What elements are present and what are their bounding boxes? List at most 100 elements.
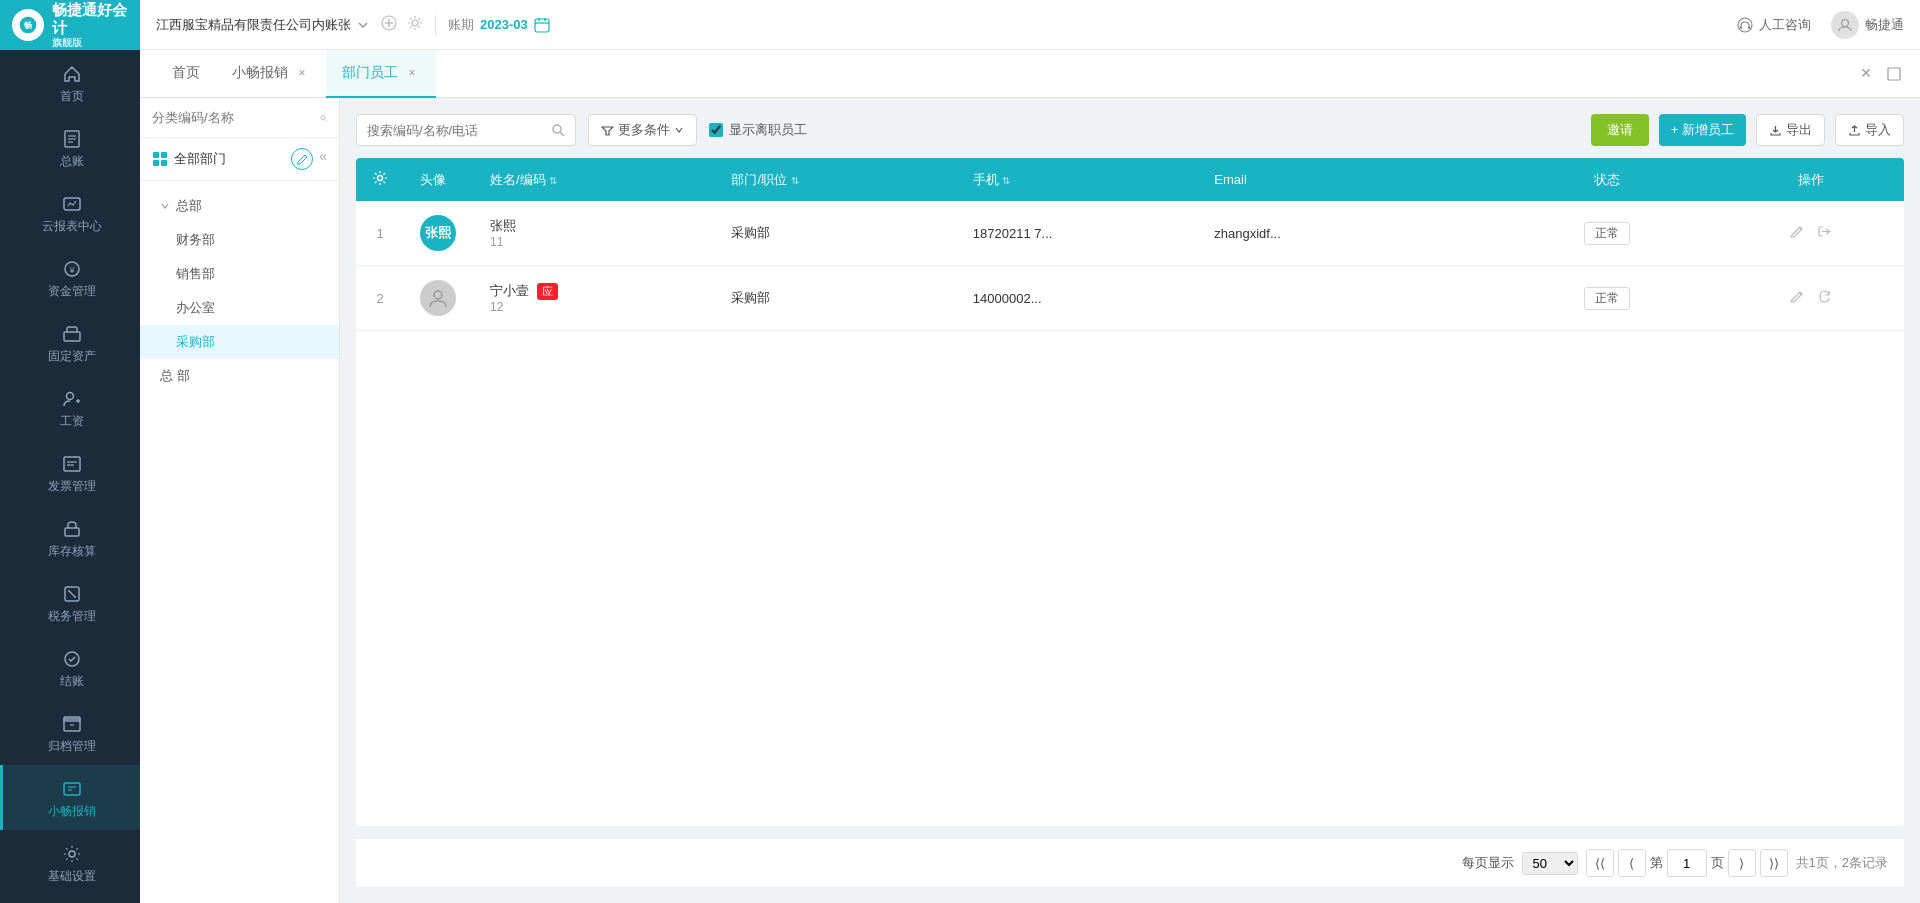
show-resigned-text: 显示离职员工 <box>729 121 807 139</box>
divider <box>435 15 436 35</box>
ledger-icon <box>62 129 82 149</box>
per-page-select[interactable]: 50 10 20 100 <box>1522 852 1578 875</box>
sidebar-item-home[interactable]: 首页 <box>0 50 140 115</box>
cell-actions <box>1718 266 1904 331</box>
last-page-btn[interactable]: ⟩⟩ <box>1760 849 1788 877</box>
maximize-window-btn[interactable] <box>1884 64 1904 84</box>
dept-node-label: 采购部 <box>176 333 215 351</box>
close-window-btn[interactable]: × <box>1856 64 1876 84</box>
dept-node-bangong[interactable]: 办公室 <box>140 291 339 325</box>
sidebar-item-assets[interactable]: 固定资产 <box>0 310 140 375</box>
filter-btn[interactable]: 更多条件 <box>588 114 697 146</box>
sidebar-item-tax[interactable]: 税务管理 <box>0 570 140 635</box>
sidebar-item-archive[interactable]: 归档管理 <box>0 700 140 765</box>
add-employee-label: + 新增员工 <box>1671 121 1734 139</box>
sidebar-item-inventory[interactable]: 库存核算 <box>0 505 140 570</box>
avatar <box>1831 11 1859 39</box>
svg-point-50 <box>378 176 383 181</box>
edit-employee-btn[interactable] <box>1790 224 1805 242</box>
edit-employee-btn[interactable] <box>1790 289 1805 307</box>
inventory-icon <box>62 519 82 539</box>
sidebar-label-reports: 云报表中心 <box>42 218 102 235</box>
employee-table: 头像 姓名/编码 ⇅ 部门/职位 ⇅ 手机 <box>356 158 1904 331</box>
refresh-icon <box>1817 289 1832 304</box>
home-icon <box>62 64 82 84</box>
edit-dept-btn[interactable] <box>291 148 313 170</box>
add-account-btn[interactable] <box>381 15 397 34</box>
tab-dept[interactable]: 部门员工 × <box>326 50 436 98</box>
sidebar-item-payroll[interactable]: 工资 <box>0 375 140 440</box>
dept-node-label: 总部 <box>176 197 202 215</box>
pagination: 每页显示 50 10 20 100 ⟨⟨ ⟨ 第 页 ⟩ ⟩⟩ <box>356 838 1904 887</box>
add-employee-btn[interactable]: + 新增员工 <box>1659 114 1746 146</box>
all-dept-label[interactable]: 全部部门 <box>152 150 226 168</box>
sidebar-item-settings[interactable]: 基础设置 <box>0 830 140 895</box>
sidebar-label-invoice: 发票管理 <box>48 478 96 495</box>
invite-btn[interactable]: 邀请 <box>1591 114 1649 146</box>
sidebar-label-home: 首页 <box>60 88 84 105</box>
dept-tree: 总部 财务部 销售部 办公室 采购部 总 部 <box>140 181 339 401</box>
main-layout: 首页 总账 云报表中心 ¥ 资金管理 固定资产 工资 发票管理 <box>0 50 1920 903</box>
svg-rect-35 <box>64 783 80 795</box>
dept-search-icon[interactable] <box>320 111 327 125</box>
export-btn[interactable]: 导出 <box>1756 114 1825 146</box>
svg-point-29 <box>68 590 70 592</box>
th-phone[interactable]: 手机 ⇅ <box>957 158 1198 201</box>
dept-node-zongbu[interactable]: 总部 <box>140 189 339 223</box>
th-name-label: 姓名/编码 <box>490 172 546 187</box>
close-expense-tab[interactable]: × <box>294 65 310 81</box>
page-input[interactable] <box>1667 849 1707 877</box>
delete-employee-btn[interactable] <box>1817 289 1832 307</box>
import-btn[interactable]: 导入 <box>1835 114 1904 146</box>
svg-rect-26 <box>65 528 79 536</box>
tab-expense[interactable]: 小畅报销 × <box>216 50 326 98</box>
show-resigned-checkbox[interactable] <box>709 123 723 137</box>
dept-node-zongbu2[interactable]: 总 部 <box>140 359 339 393</box>
settings-icon[interactable] <box>407 15 423 34</box>
sidebar-item-finance[interactable]: ¥ 资金管理 <box>0 245 140 310</box>
th-dept[interactable]: 部门/职位 ⇅ <box>715 158 956 201</box>
collapse-dept-btn[interactable]: « <box>319 148 327 170</box>
dept-node-caiwu[interactable]: 财务部 <box>140 223 339 257</box>
company-selector[interactable]: 江西服宝精品有限责任公司内账张 <box>156 16 369 34</box>
user-menu[interactable]: 畅捷通 <box>1831 11 1904 39</box>
dept-search-input[interactable] <box>152 110 320 125</box>
page-content: 全部部门 « 总部 财务部 <box>140 98 1920 903</box>
prev-page-btn[interactable]: ⟨ <box>1618 849 1646 877</box>
cell-phone: 14000002... <box>957 266 1198 331</box>
cell-avatar <box>404 266 474 331</box>
th-settings[interactable] <box>356 158 404 201</box>
tabs-bar: 首页 小畅报销 × 部门员工 × × <box>140 50 1920 98</box>
sidebar-item-closing[interactable]: 结账 <box>0 635 140 700</box>
per-page-label: 每页显示 <box>1462 854 1514 872</box>
export-icon <box>1769 124 1782 137</box>
show-resigned-label[interactable]: 显示离职员工 <box>709 121 807 139</box>
sidebar-label-assets: 固定资产 <box>48 348 96 365</box>
close-dept-tab[interactable]: × <box>404 65 420 81</box>
tab-home[interactable]: 首页 <box>156 50 216 98</box>
cell-no: 1 <box>356 201 404 266</box>
search-icon[interactable] <box>551 123 565 137</box>
page-suffix: 页 <box>1711 854 1724 872</box>
next-page-btn[interactable]: ⟩ <box>1728 849 1756 877</box>
service-btn[interactable]: 人工咨询 <box>1737 16 1811 34</box>
sidebar-label-expense: 小畅报销 <box>48 803 96 820</box>
dept-node-xiaoshou[interactable]: 销售部 <box>140 257 339 291</box>
chevron-down-filter-icon <box>674 125 684 135</box>
sidebar-item-guide[interactable]: 新手引导 <box>0 895 140 903</box>
logout-employee-btn[interactable] <box>1817 224 1832 242</box>
dept-header-actions: « <box>291 148 327 170</box>
sidebar-item-ledger[interactable]: 总账 <box>0 115 140 180</box>
sidebar-item-expense[interactable]: 小畅报销 <box>0 765 140 830</box>
sidebar-item-reports[interactable]: 云报表中心 <box>0 180 140 245</box>
employee-search-input[interactable] <box>367 123 545 138</box>
period-selector[interactable]: 账期 2023-03 <box>448 16 550 34</box>
th-name[interactable]: 姓名/编码 ⇅ <box>474 158 715 201</box>
employee-panel: 更多条件 显示离职员工 邀请 + 新增员工 导出 <box>340 98 1920 903</box>
dept-node-caigou[interactable]: 采购部 <box>140 325 339 359</box>
avatar-circle: 张熙 <box>420 215 456 251</box>
sidebar-item-invoice[interactable]: 发票管理 <box>0 440 140 505</box>
first-page-btn[interactable]: ⟨⟨ <box>1586 849 1614 877</box>
status-badge: 正常 <box>1584 287 1630 310</box>
employee-name: 宁小壹 <box>490 282 529 300</box>
